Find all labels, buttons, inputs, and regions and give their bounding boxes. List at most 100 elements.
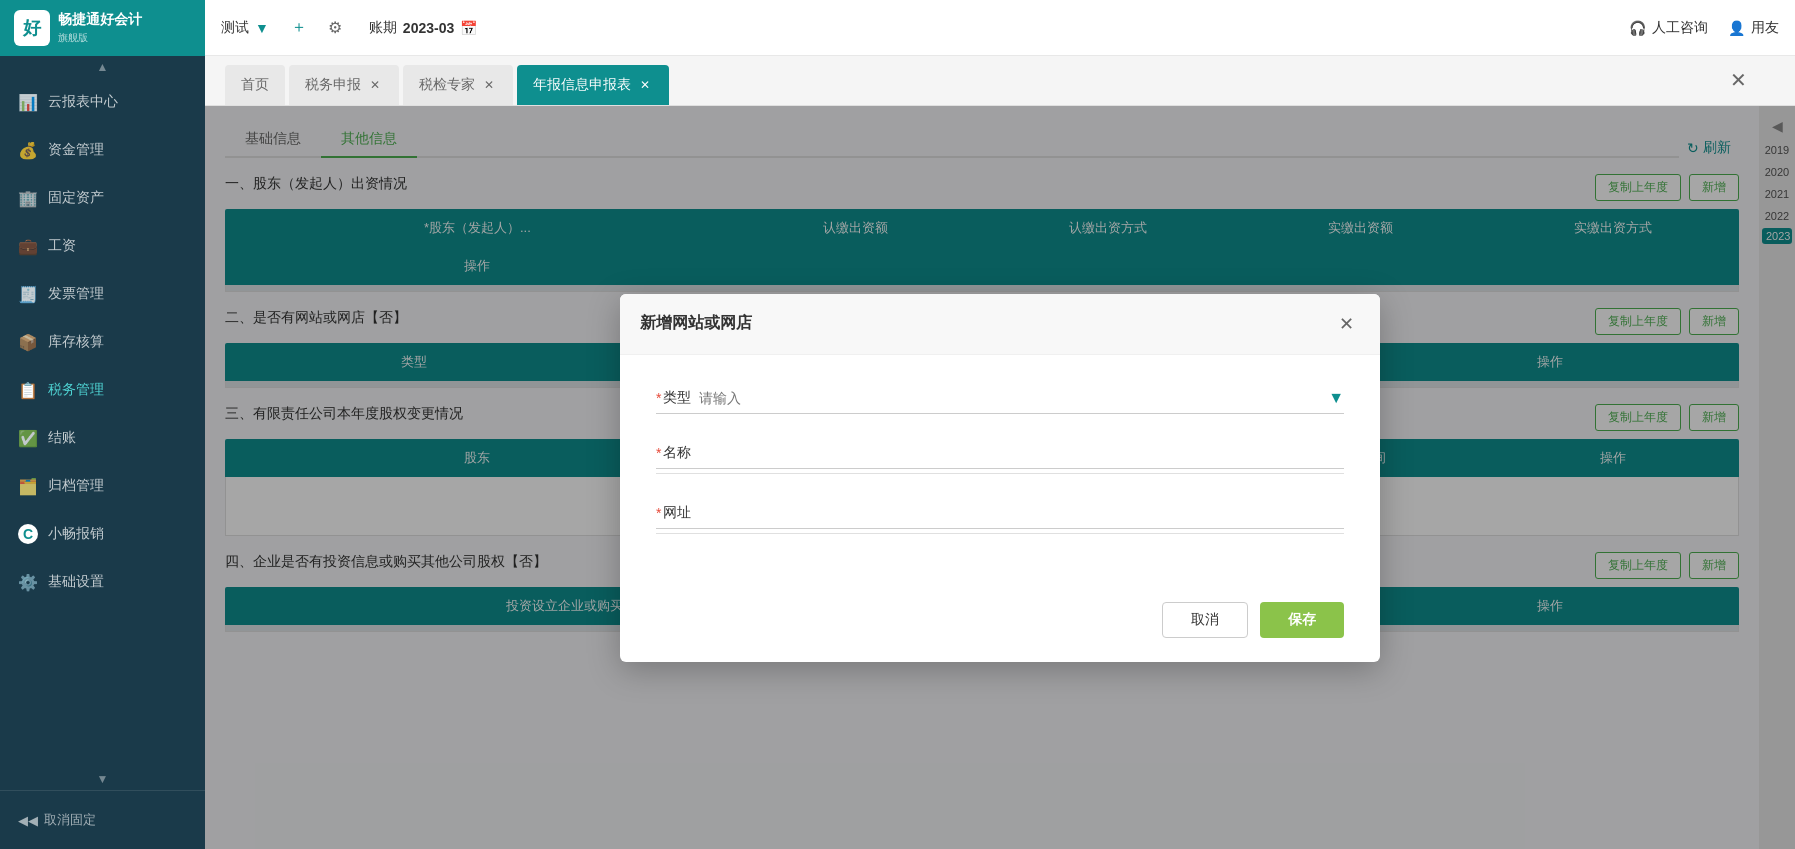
sidebar-item-payroll[interactable]: 💼 工资 xyxy=(0,222,205,270)
modal-close-btn[interactable]: ✕ xyxy=(1332,310,1360,338)
sidebar-item-fixed-assets[interactable]: 🏢 固定资产 xyxy=(0,174,205,222)
tab-annual-report-label: 年报信息申报表 xyxy=(533,76,631,94)
sidebar-item-label: 结账 xyxy=(48,429,76,447)
sidebar-item-label: 工资 xyxy=(48,237,76,255)
sidebar-logo: 好 畅捷通好会计 旗舰版 xyxy=(0,0,205,56)
invoice-mgmt-icon: 🧾 xyxy=(18,284,38,304)
sidebar-item-label: 资金管理 xyxy=(48,141,104,159)
url-field-row: * 网址 xyxy=(656,498,1344,529)
payroll-icon: 💼 xyxy=(18,236,38,256)
inventory-icon: 📦 xyxy=(18,332,38,352)
sidebar-item-accounting[interactable]: ✅ 结账 xyxy=(0,414,205,462)
form-group-url: * 网址 xyxy=(656,498,1344,534)
tabbar: 首页 税务申报 ✕ 税检专家 ✕ 年报信息申报表 ✕ xyxy=(205,56,1795,106)
sidebar-item-inventory[interactable]: 📦 库存核算 xyxy=(0,318,205,366)
modal-title: 新增网站或网店 xyxy=(640,313,1332,334)
sidebar-item-label: 云报表中心 xyxy=(48,93,118,111)
sidebar-item-archive-mgmt[interactable]: 🗂️ 归档管理 xyxy=(0,462,205,510)
type-label: 类型 xyxy=(663,389,691,407)
url-required-mark: * xyxy=(656,505,661,521)
type-input[interactable] xyxy=(699,390,1328,406)
name-label: 名称 xyxy=(663,444,691,462)
modal-backdrop: 新增网站或网店 ✕ * 类型 ▼ xyxy=(205,106,1795,849)
calendar-icon[interactable]: 📅 xyxy=(460,20,477,36)
save-button[interactable]: 保存 xyxy=(1260,602,1344,638)
accounting-icon: ✅ xyxy=(18,428,38,448)
user-icon: 👤 xyxy=(1728,20,1745,36)
settings-btn[interactable]: ⚙ xyxy=(321,14,349,42)
sidebar-scroll-up[interactable]: ▲ xyxy=(0,56,205,78)
sidebar: 好 畅捷通好会计 旗舰版 ▲ 📊 云报表中心 💰 资金管理 🏢 固定资产 💼 工… xyxy=(0,0,205,849)
sidebar-item-label: 发票管理 xyxy=(48,285,104,303)
cancel-button[interactable]: 取消 xyxy=(1162,602,1248,638)
service-label: 人工咨询 xyxy=(1652,19,1708,37)
sidebar-item-tax-mgmt[interactable]: 📋 税务管理 xyxy=(0,366,205,414)
name-required-mark: * xyxy=(656,445,661,461)
sidebar-item-basic-settings[interactable]: ⚙️ 基础设置 xyxy=(0,558,205,606)
tab-home[interactable]: 首页 xyxy=(225,65,285,105)
sidebar-item-xiao-chang[interactable]: C 小畅报销 xyxy=(0,510,205,558)
tab-tax-report-label: 税务申报 xyxy=(305,76,361,94)
sidebar-item-label: 小畅报销 xyxy=(48,525,104,543)
content-area: ✕ 基础信息 其他信息 ↻ 刷新 一、股 xyxy=(205,106,1795,849)
url-label: 网址 xyxy=(663,504,691,522)
service-btn[interactable]: 🎧 人工咨询 xyxy=(1629,19,1708,37)
cancel-fixed-btn[interactable]: ◀◀ 取消固定 xyxy=(0,801,205,839)
sidebar-item-label: 库存核算 xyxy=(48,333,104,351)
topbar: 测试 ▼ ＋ ⚙ 账期 2023-03 📅 🎧 人工咨询 👤 用友 xyxy=(205,0,1795,56)
logo-text: 畅捷通好会计 xyxy=(58,11,142,29)
name-field-row: * 名称 xyxy=(656,438,1344,469)
form-group-type: * 类型 ▼ xyxy=(656,383,1344,414)
modal-footer: 取消 保存 xyxy=(620,586,1380,662)
left-arrow-icon: ◀◀ xyxy=(18,813,38,828)
dropdown-arrow-icon: ▼ xyxy=(255,20,269,36)
main-area: 测试 ▼ ＋ ⚙ 账期 2023-03 📅 🎧 人工咨询 👤 用友 首页 xyxy=(205,0,1795,849)
type-field-row: * 类型 ▼ xyxy=(656,383,1344,414)
type-required-mark: * xyxy=(656,390,661,406)
tab-tax-inspection-close[interactable]: ✕ xyxy=(481,77,497,93)
tax-mgmt-icon: 📋 xyxy=(18,380,38,400)
form-group-name: * 名称 xyxy=(656,438,1344,474)
sidebar-scroll-down[interactable]: ▼ xyxy=(0,768,205,790)
sidebar-item-cloud-report[interactable]: 📊 云报表中心 xyxy=(0,78,205,126)
tab-annual-report[interactable]: 年报信息申报表 ✕ xyxy=(517,65,669,105)
sidebar-item-fund-mgmt[interactable]: 💰 资金管理 xyxy=(0,126,205,174)
sidebar-bottom: ◀◀ 取消固定 xyxy=(0,790,205,849)
tab-tax-report-close[interactable]: ✕ xyxy=(367,77,383,93)
tab-tax-report[interactable]: 税务申报 ✕ xyxy=(289,65,399,105)
basic-settings-icon: ⚙️ xyxy=(18,572,38,592)
tab-tax-inspection-label: 税检专家 xyxy=(419,76,475,94)
cloud-report-icon: 📊 xyxy=(18,92,38,112)
type-dropdown-icon[interactable]: ▼ xyxy=(1328,389,1344,407)
company-selector[interactable]: 测试 ▼ xyxy=(221,19,269,37)
sidebar-nav: 📊 云报表中心 💰 资金管理 🏢 固定资产 💼 工资 🧾 发票管理 📦 库存核算… xyxy=(0,78,205,768)
logo-icon: 好 xyxy=(14,10,50,46)
tab-tax-inspection[interactable]: 税检专家 ✕ xyxy=(403,65,513,105)
period-label: 账期 xyxy=(369,19,397,37)
period-value: 2023-03 xyxy=(403,20,454,36)
archive-mgmt-icon: 🗂️ xyxy=(18,476,38,496)
sidebar-item-label: 固定资产 xyxy=(48,189,104,207)
sidebar-item-label: 税务管理 xyxy=(48,381,104,399)
user-menu[interactable]: 👤 用友 xyxy=(1728,19,1779,37)
modal-body: * 类型 ▼ * 名称 xyxy=(620,355,1380,586)
cancel-fixed-label: 取消固定 xyxy=(44,811,96,829)
logo-sub: 旗舰版 xyxy=(58,31,142,45)
modal-header: 新增网站或网店 ✕ xyxy=(620,294,1380,355)
tab-home-label: 首页 xyxy=(241,76,269,94)
fund-mgmt-icon: 💰 xyxy=(18,140,38,160)
topbar-right: 🎧 人工咨询 👤 用友 xyxy=(1629,19,1779,37)
sidebar-item-invoice-mgmt[interactable]: 🧾 发票管理 xyxy=(0,270,205,318)
xiao-chang-icon: C xyxy=(18,524,38,544)
company-name: 测试 xyxy=(221,19,249,37)
tab-annual-report-close[interactable]: ✕ xyxy=(637,77,653,93)
topbar-actions: ＋ ⚙ xyxy=(285,14,349,42)
topbar-period: 账期 2023-03 📅 xyxy=(369,19,477,37)
sidebar-item-label: 归档管理 xyxy=(48,477,104,495)
headset-icon: 🎧 xyxy=(1629,20,1646,36)
add-website-modal: 新增网站或网店 ✕ * 类型 ▼ xyxy=(620,294,1380,662)
fixed-assets-icon: 🏢 xyxy=(18,188,38,208)
add-company-btn[interactable]: ＋ xyxy=(285,14,313,42)
user-label: 用友 xyxy=(1751,19,1779,37)
sidebar-item-label: 基础设置 xyxy=(48,573,104,591)
